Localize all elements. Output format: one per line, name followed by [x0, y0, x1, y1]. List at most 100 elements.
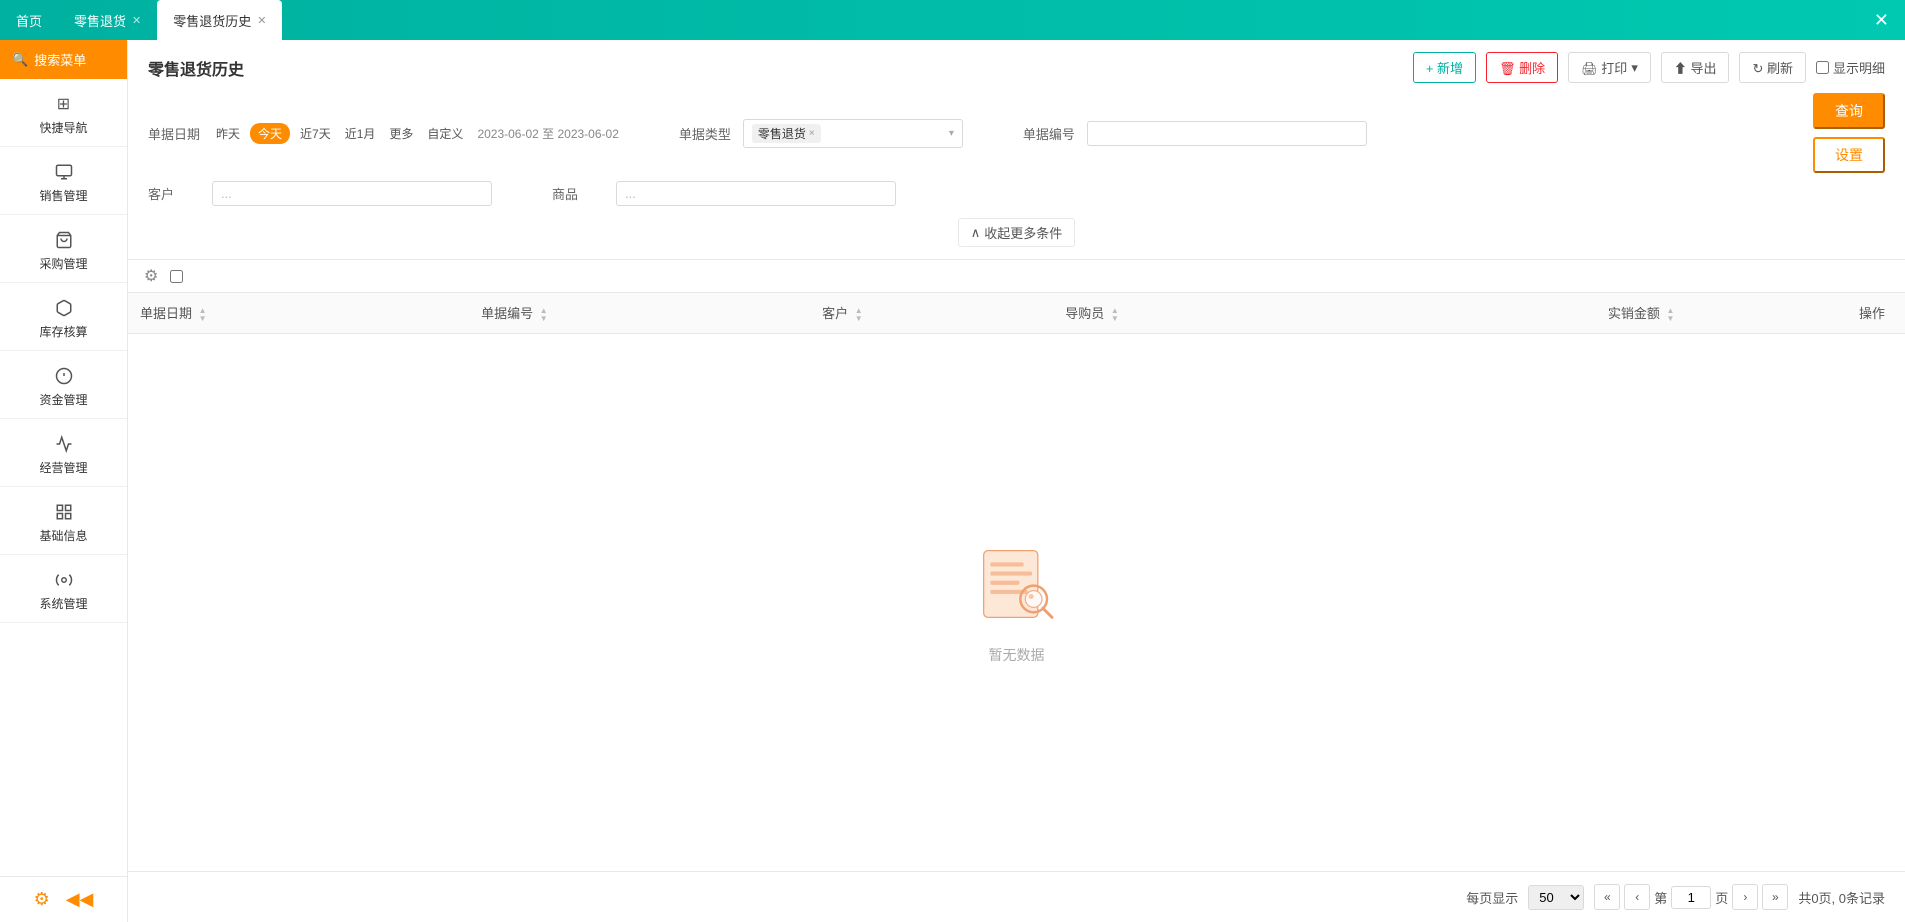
doc-type-label: 单据类型 — [679, 124, 735, 143]
th-action: 操作 — [1686, 293, 1905, 333]
sidebar-item-basic-info[interactable]: 基础信息 — [0, 487, 127, 555]
new-button[interactable]: + 新增 — [1413, 52, 1476, 83]
collapse-button[interactable]: ∧ 收起更多条件 — [958, 218, 1076, 247]
filter-row-1: 单据日期 昨天 今天 近7天 近1月 更多 自定义 2023-06-02 至 2… — [148, 93, 1885, 173]
filter-area: 单据日期 昨天 今天 近7天 近1月 更多 自定义 2023-06-02 至 2… — [148, 93, 1885, 259]
query-button[interactable]: 查询 — [1813, 93, 1885, 129]
goods-label: 商品 — [552, 184, 608, 203]
sidebar-item-quick-nav[interactable]: ⊞ 快捷导航 — [0, 79, 127, 147]
doc-type-select[interactable]: 零售退货 × ▾ — [743, 119, 963, 148]
date-today[interactable]: 今天 — [250, 123, 290, 144]
doc-type-filter: 单据类型 零售退货 × ▾ — [679, 119, 963, 148]
th-amount[interactable]: 实销金额 ▲▼ — [1345, 293, 1686, 333]
first-page-btn[interactable]: « — [1594, 884, 1620, 910]
tab-home-label: 首页 — [16, 11, 42, 30]
empty-state: 暂无数据 — [128, 334, 1905, 871]
table-header-row: 单据日期 ▲▼ 单据编号 ▲▼ 客户 ▲▼ 导购员 — [128, 293, 1905, 333]
main-layout: 🔍 搜索菜单 ⊞ 快捷导航 销售管理 采购管理 库存核算 — [0, 40, 1905, 922]
sidebar-item-purchase[interactable]: 采购管理 — [0, 215, 127, 283]
per-page-select[interactable]: 50 10 20 100 — [1528, 885, 1584, 910]
sidebar-item-finance[interactable]: 资金管理 — [0, 351, 127, 419]
sidebar-settings-icon[interactable]: ⚙ — [34, 889, 50, 910]
basic-info-icon — [53, 501, 75, 523]
finance-icon — [53, 365, 75, 387]
date-options: 昨天 今天 近7天 近1月 更多 自定义 2023-06-02 至 2023-0… — [212, 123, 619, 144]
date-filter: 单据日期 昨天 今天 近7天 近1月 更多 自定义 2023-06-02 至 2… — [148, 123, 619, 144]
sidebar-item-basic-info-label: 基础信息 — [39, 527, 87, 544]
sidebar-search[interactable]: 🔍 搜索菜单 — [0, 40, 127, 79]
date-last-month[interactable]: 近1月 — [341, 123, 380, 144]
doc-type-select-arrow: ▾ — [949, 128, 954, 139]
doc-number-input[interactable] — [1087, 121, 1367, 146]
next-page-btn[interactable]: › — [1732, 884, 1758, 910]
sidebar-item-system-label: 系统管理 — [39, 595, 87, 612]
th-number[interactable]: 单据编号 ▲▼ — [469, 293, 810, 333]
page-input[interactable] — [1671, 886, 1711, 909]
tab-home[interactable]: 首页 — [0, 0, 58, 40]
sidebar-item-operations-label: 经营管理 — [39, 459, 87, 476]
sidebar-item-purchase-label: 采购管理 — [39, 255, 87, 272]
inventory-icon — [53, 297, 75, 319]
doc-type-tag-close[interactable]: × — [809, 128, 815, 139]
window-close-btn[interactable]: ✕ — [1874, 10, 1905, 31]
page-suffix: 页 — [1715, 888, 1728, 907]
system-icon — [53, 569, 75, 591]
toolbar: + 新增 🗑 删除 🖨 打印 ▾ ⬆ 导出 ↻ 刷新 显示明细 — [1413, 52, 1885, 83]
sort-arrows-customer: ▲▼ — [855, 307, 863, 323]
sidebar: 🔍 搜索菜单 ⊞ 快捷导航 销售管理 采购管理 库存核算 — [0, 40, 128, 922]
select-all-checkbox[interactable] — [170, 270, 183, 283]
content-area: 零售退货历史 + 新增 🗑 删除 🖨 打印 ▾ ⬆ 导出 ↻ 刷新 显示明细 — [128, 40, 1905, 922]
prev-page-btn[interactable]: ‹ — [1624, 884, 1650, 910]
show-detail-checkbox-label[interactable]: 显示明细 — [1816, 58, 1885, 77]
data-table: 单据日期 ▲▼ 单据编号 ▲▼ 客户 ▲▼ 导购员 — [128, 293, 1905, 334]
tab-retail-return-history[interactable]: 零售退货历史 ✕ — [157, 0, 282, 40]
sort-arrows-amount: ▲▼ — [1667, 307, 1675, 323]
last-page-btn[interactable]: » — [1762, 884, 1788, 910]
operations-icon — [53, 433, 75, 455]
collapse-icon: ∧ — [971, 225, 981, 241]
tab-list: 首页 零售退货 ✕ 零售退货历史 ✕ — [0, 0, 1874, 40]
th-customer[interactable]: 客户 ▲▼ — [810, 293, 1053, 333]
tab-retail-return[interactable]: 零售退货 ✕ — [58, 0, 157, 40]
collapse-label: 收起更多条件 — [984, 223, 1062, 242]
th-guide[interactable]: 导购员 ▲▼ — [1053, 293, 1345, 333]
purchase-icon — [53, 229, 75, 251]
table-container: ⚙ 单据日期 ▲▼ 单据编号 ▲▼ 客户 — [128, 260, 1905, 871]
show-detail-checkbox[interactable] — [1816, 61, 1829, 74]
sidebar-sound-icon[interactable]: ◀◀ — [66, 889, 94, 910]
page-title-row: 零售退货历史 + 新增 🗑 删除 🖨 打印 ▾ ⬆ 导出 ↻ 刷新 显示明细 — [148, 52, 1885, 83]
date-yesterday[interactable]: 昨天 — [212, 123, 244, 144]
doc-number-filter: 单据编号 — [1023, 121, 1367, 146]
goods-input[interactable]: ... — [616, 181, 896, 206]
th-date[interactable]: 单据日期 ▲▼ — [128, 293, 469, 333]
tab-retail-return-history-close[interactable]: ✕ — [257, 14, 266, 27]
tab-retail-return-close[interactable]: ✕ — [132, 14, 141, 27]
query-settings-group: 查询 设置 — [1813, 93, 1885, 173]
date-more[interactable]: 更多 — [385, 123, 417, 144]
empty-text: 暂无数据 — [989, 645, 1045, 665]
doc-type-tag: 零售退货 × — [752, 124, 821, 143]
sidebar-item-inventory-label: 库存核算 — [39, 323, 87, 340]
sidebar-item-system[interactable]: 系统管理 — [0, 555, 127, 623]
table-settings-icon[interactable]: ⚙ — [144, 266, 158, 286]
print-button[interactable]: 🖨 打印 ▾ — [1568, 52, 1651, 83]
date-range-display: 2023-06-02 至 2023-06-02 — [477, 125, 618, 142]
sidebar-item-sales[interactable]: 销售管理 — [0, 147, 127, 215]
export-button[interactable]: ⬆ 导出 — [1661, 52, 1730, 83]
date-filter-label: 单据日期 — [148, 124, 204, 143]
date-custom[interactable]: 自定义 — [423, 123, 467, 144]
delete-button[interactable]: 🗑 删除 — [1486, 52, 1558, 83]
date-last7[interactable]: 近7天 — [296, 123, 335, 144]
refresh-button[interactable]: ↻ 刷新 — [1739, 52, 1806, 83]
settings-filter-button[interactable]: 设置 — [1813, 137, 1885, 173]
customer-input[interactable]: ... — [212, 181, 492, 206]
sort-arrows-number: ▲▼ — [540, 307, 548, 323]
total-text: 共0页, 0条记录 — [1798, 888, 1885, 907]
page-header: 零售退货历史 + 新增 🗑 删除 🖨 打印 ▾ ⬆ 导出 ↻ 刷新 显示明细 — [128, 40, 1905, 260]
sidebar-item-finance-label: 资金管理 — [39, 391, 87, 408]
quick-nav-icon: ⊞ — [53, 93, 75, 115]
sidebar-item-inventory[interactable]: 库存核算 — [0, 283, 127, 351]
sidebar-item-operations[interactable]: 经营管理 — [0, 419, 127, 487]
customer-filter: 客户 ... — [148, 181, 492, 206]
sidebar-search-label: 搜索菜单 — [34, 50, 86, 69]
